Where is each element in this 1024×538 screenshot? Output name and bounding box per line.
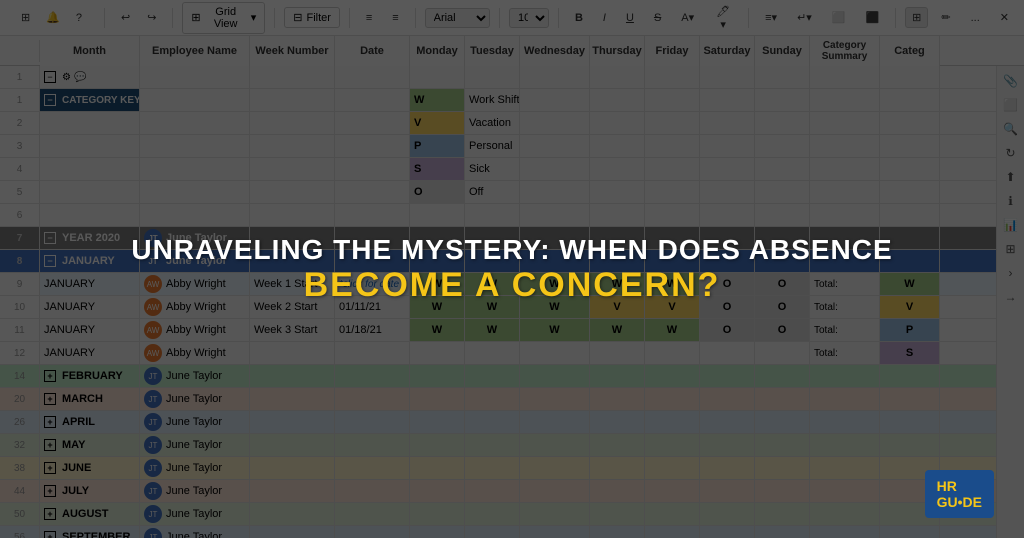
hr-logo-line2: GU•DE [937,494,982,510]
hr-logo: HR GU•DE [925,470,994,518]
hr-logo-line1: HR [937,478,957,494]
overlay: UNRAVELING THE MYSTERY: WHEN DOES ABSENC… [0,0,1024,538]
overlay-line2: BECOME A CONCERN? [304,266,721,305]
overlay-line1: UNRAVELING THE MYSTERY: WHEN DOES ABSENC… [131,234,892,266]
